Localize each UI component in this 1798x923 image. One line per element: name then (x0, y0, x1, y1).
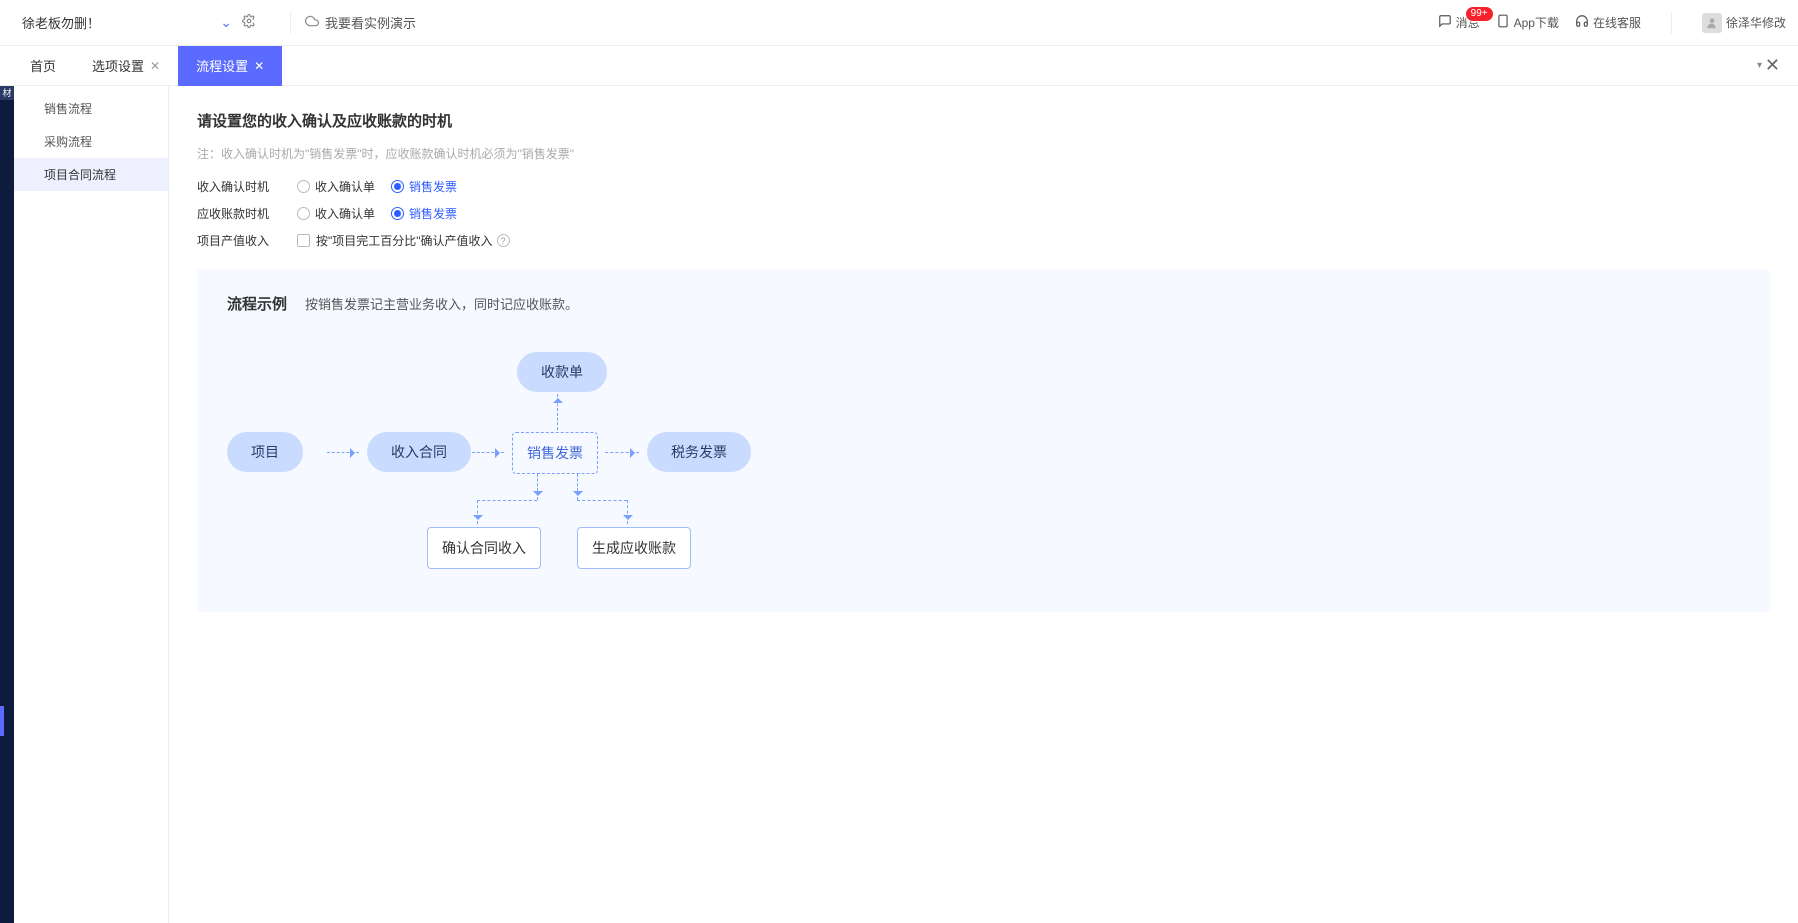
radio-sales-invoice[interactable]: 销售发票 (391, 178, 457, 195)
radio-dot-icon (297, 180, 310, 193)
flow-arrow-segment (577, 474, 578, 500)
demo-link[interactable]: 我要看实例演示 (305, 13, 416, 32)
checkbox-label: 按"项目完工百分比"确认产值收入 (316, 232, 493, 249)
org-name: 徐老板勿删！ (22, 13, 220, 32)
flow-canvas: 项目 收入合同 销售发票 税务发票 收款单 确认合同收入 生成应收账款 (227, 342, 1740, 572)
top-right-actions: 消息 99+ App下载 在线客服 徐泽华修改 (1438, 12, 1786, 34)
chevron-down-icon: ⌄ (220, 14, 232, 31)
flow-arrow (327, 452, 359, 453)
tab-label: 选项设置 (92, 56, 144, 75)
radio-income-confirm-doc[interactable]: 收入确认单 (297, 178, 375, 195)
close-icon[interactable]: ✕ (150, 59, 160, 73)
flow-node-receipt: 收款单 (517, 352, 607, 392)
tab-home[interactable]: 首页 (12, 46, 74, 86)
rail-marker (0, 706, 4, 736)
demo-link-label: 我要看实例演示 (325, 13, 416, 32)
row-ar-timing: 应收账款时机 收入确认单 销售发票 (197, 205, 1770, 222)
flow-node-gen-ar: 生成应收账款 (577, 527, 691, 569)
flow-arrow (472, 452, 504, 453)
tab-label: 首页 (30, 56, 56, 75)
field-label: 收入确认时机 (197, 178, 297, 195)
app-download-label: App下载 (1514, 14, 1559, 31)
flow-arrow (477, 500, 478, 524)
flow-arrow-segment (477, 500, 537, 501)
support-label: 在线客服 (1593, 14, 1641, 31)
radio-label: 销售发票 (409, 178, 457, 195)
row-project-value: 项目产值收入 按"项目完工百分比"确认产值收入 ? (197, 232, 1770, 249)
tab-process[interactable]: 流程设置 ✕ (178, 46, 282, 86)
tab-label: 流程设置 (196, 56, 248, 75)
tab-bar: 首页 选项设置 ✕ 流程设置 ✕ ✕ ▾ (0, 46, 1798, 86)
support-button[interactable]: 在线客服 (1575, 14, 1641, 31)
org-selector[interactable]: 徐老板勿删！ ⌄ (12, 13, 242, 32)
username-label: 徐泽华修改 (1726, 14, 1786, 31)
phone-icon (1496, 14, 1510, 31)
app-rail: 材 (0, 86, 14, 923)
messages-button[interactable]: 消息 99+ (1438, 14, 1480, 31)
flow-arrow (557, 394, 558, 430)
flow-arrow (627, 500, 628, 524)
help-icon[interactable]: ? (497, 234, 510, 247)
avatar (1702, 13, 1722, 33)
sidebar-item-sales-flow[interactable]: 销售流程 (14, 92, 168, 125)
flow-arrow-segment (577, 500, 627, 501)
close-icon[interactable]: ✕ (254, 59, 264, 73)
flow-node-tax-invoice: 税务发票 (647, 432, 751, 472)
page-note: 注：收入确认时机为"销售发票"时，应收账款确认时机必须为"销售发票" (197, 145, 1770, 162)
flow-node-sales-invoice: 销售发票 (512, 432, 598, 474)
flow-description: 按销售发票记主营业务收入，同时记应收账款。 (305, 294, 578, 313)
chevron-down-icon[interactable]: ▾ (1757, 60, 1762, 71)
radio-income-confirm-doc[interactable]: 收入确认单 (297, 205, 375, 222)
radio-dot-icon (297, 207, 310, 220)
tab-options[interactable]: 选项设置 ✕ (74, 46, 178, 86)
gear-icon[interactable] (242, 14, 256, 31)
radio-dot-icon (391, 180, 404, 193)
cloud-icon (305, 14, 319, 31)
sidebar: 销售流程 采购流程 项目合同流程 (14, 86, 169, 923)
app-download-button[interactable]: App下载 (1496, 14, 1559, 31)
radio-label: 收入确认单 (315, 205, 375, 222)
flow-title: 流程示例 (227, 293, 287, 314)
page-title: 请设置您的收入确认及应收账款的时机 (197, 110, 1770, 131)
user-menu[interactable]: 徐泽华修改 (1702, 13, 1786, 33)
sidebar-item-project-contract-flow[interactable]: 项目合同流程 (14, 158, 168, 191)
flow-node-income-contract: 收入合同 (367, 432, 471, 472)
radio-label: 收入确认单 (315, 178, 375, 195)
flow-example-panel: 流程示例 按销售发票记主营业务收入，同时记应收账款。 项目 收入合同 销售发票 … (197, 269, 1770, 612)
radio-label: 销售发票 (409, 205, 457, 222)
row-income-confirm: 收入确认时机 收入确认单 销售发票 (197, 178, 1770, 195)
sidebar-item-purchase-flow[interactable]: 采购流程 (14, 125, 168, 158)
field-label: 应收账款时机 (197, 205, 297, 222)
radio-sales-invoice[interactable]: 销售发票 (391, 205, 457, 222)
flow-node-confirm-income: 确认合同收入 (427, 527, 541, 569)
messages-badge: 99+ (1465, 6, 1494, 22)
checkbox-completion-pct[interactable] (297, 234, 310, 247)
flow-node-project: 项目 (227, 432, 303, 472)
main-content: 请设置您的收入确认及应收账款的时机 注：收入确认时机为"销售发票"时，应收账款确… (169, 86, 1798, 923)
message-icon (1438, 14, 1452, 31)
radio-dot-icon (391, 207, 404, 220)
headset-icon (1575, 14, 1589, 31)
flow-arrow (605, 452, 639, 453)
divider (290, 12, 291, 34)
flow-arrow-segment (537, 474, 538, 500)
body-container: 材 销售流程 采购流程 项目合同流程 请设置您的收入确认及应收账款的时机 注：收… (0, 86, 1798, 923)
divider (1671, 12, 1672, 34)
field-label: 项目产值收入 (197, 232, 297, 249)
rail-tag: 材 (0, 86, 14, 100)
top-bar: 徐老板勿删！ ⌄ 我要看实例演示 消息 99+ App下载 (0, 0, 1798, 46)
